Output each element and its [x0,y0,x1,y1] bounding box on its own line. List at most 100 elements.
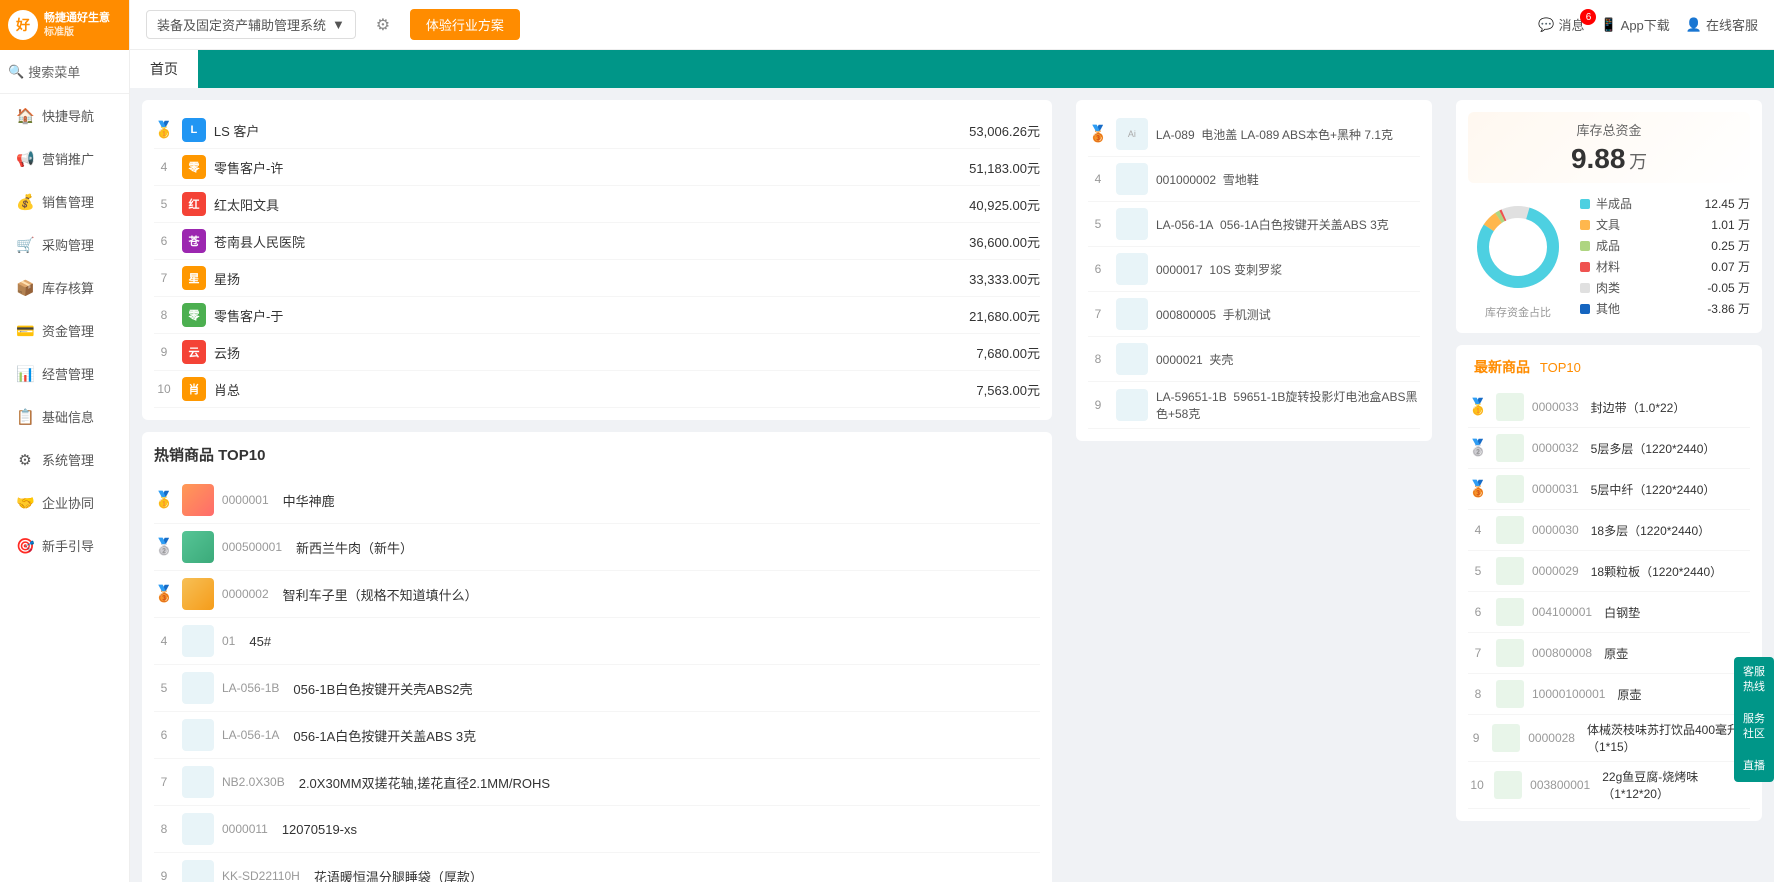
nav-tabs: 首页 [130,50,1774,88]
hot-img-2 [182,531,214,563]
sidebar-item-finance[interactable]: 💳 资金管理 [0,309,129,352]
product-row-9: 9 LA-59651-1B 59651-1B旋转投影灯电池盒ABS黑色+58克 [1088,382,1420,429]
hot-item-5: 5 LA-056-1B 056-1B白色按键开关壳ABS2壳 [154,665,1040,712]
float-btn-live[interactable]: 直播 [1734,751,1774,782]
customer-badge-1: L [182,118,206,142]
product-img-8 [1116,343,1148,375]
trial-button[interactable]: 体验行业方案 [410,9,520,40]
finance-icon: 💳 [16,322,34,340]
customer-amount-5: 40,925.00元 [969,195,1040,214]
customer-name-5: 红太阳文具 [214,195,961,214]
latest-item-1: 🥇 0000033 封边带（1.0*22） [1468,387,1750,428]
content-area: 🥇 L LS 客户 53,006.26元 4 零 零售客户-许 51,183.0… [130,88,1774,882]
rank-num-8: 8 [154,308,174,322]
hot-item-3: 🥉 0000002 智利车子里（规格不知道填什么） [154,571,1040,618]
hot-img-4 [182,625,214,657]
customer-badge-9: 云 [182,340,206,364]
customer-row-7: 7 星 星扬 33,333.00元 [154,260,1040,297]
chevron-down-icon: ▼ [332,17,345,32]
mobile-icon: 📱 [1600,17,1616,33]
latest-item-6: 6 004100001 白钢垫 [1468,592,1750,633]
home-icon: 🏠 [16,107,34,125]
hot-img-5 [182,672,214,704]
hot-item-9: 9 KK-SD22110H 花语暖恒温分腿睡袋（厚款） [154,853,1040,882]
latest-item-4: 4 0000030 18多层（1220*2440） [1468,510,1750,551]
hot-item-6: 6 LA-056-1A 056-1A白色按键开关盖ABS 3克 [154,712,1040,759]
rank-num-4: 4 [154,160,174,174]
customer-name-6: 苍南县人民医院 [214,232,961,251]
customer-amount-7: 33,333.00元 [969,269,1040,288]
customer-name-10: 肖总 [214,380,968,399]
search-menu-button[interactable]: 🔍 搜索菜单 [8,58,121,85]
customer-name-1: LS 客户 [214,121,961,140]
latest-img-2 [1496,434,1524,462]
customer-badge-10: 肖 [182,377,206,401]
hot-img-3 [182,578,214,610]
customer-badge-4: 零 [182,155,206,179]
rank-num-10: 10 [154,382,174,396]
latest-img-9 [1492,724,1520,752]
product-row-4: 4 001000002 雪地鞋 [1088,157,1420,202]
legend-item-5: 其他 -3.86 万 [1580,300,1750,317]
sidebar-item-guide[interactable]: 🎯 新手引导 [0,524,129,567]
sidebar-navigation: 🏠 快捷导航 📢 营销推广 💰 销售管理 🛒 采购管理 📦 库存核算 💳 资金管… [0,94,129,882]
app-download-label: App下载 [1621,15,1670,34]
sidebar-item-home[interactable]: 🏠 快捷导航 [0,94,129,137]
legend-dot-4 [1580,283,1590,293]
product-row-7: 7 000800005 手机测试 [1088,292,1420,337]
sidebar-item-basics[interactable]: 📋 基础信息 [0,395,129,438]
online-service-button[interactable]: 👤 在线客服 [1686,15,1758,34]
customer-name-8: 零售客户-于 [214,306,961,325]
float-btn-hotline[interactable]: 客服 热线 [1734,657,1774,704]
sidebar-item-enterprise[interactable]: 🤝 企业协同 [0,481,129,524]
legend-item-2: 成品 0.25 万 [1580,237,1750,254]
product-row-5: 5 LA-056-1A 056-1A白色按键开关盖ABS 3克 [1088,202,1420,247]
settings-button[interactable]: ⚙ [368,10,398,40]
latest-item-2: 🥈 0000032 5层多层（1220*2440） [1468,428,1750,469]
customer-ranking-card: 🥇 L LS 客户 53,006.26元 4 零 零售客户-许 51,183.0… [142,100,1052,420]
latest-item-5: 5 0000029 18颗粒板（1220*2440） [1468,551,1750,592]
latest-img-7 [1496,639,1524,667]
system-name-label: 装备及固定资产辅助管理系统 [157,15,326,34]
right-panel: 库存总资金 9.88 万 [1444,88,1774,882]
rank-num-5: 5 [154,197,174,211]
sidebar-item-purchase[interactable]: 🛒 采购管理 [0,223,129,266]
sidebar-item-operations[interactable]: 📊 经营管理 [0,352,129,395]
sidebar-item-marketing[interactable]: 📢 营销推广 [0,137,129,180]
customer-ranking-table: 🥇 L LS 客户 53,006.26元 4 零 零售客户-许 51,183.0… [154,112,1040,408]
middle-section: 🥇 L LS 客户 53,006.26元 4 零 零售客户-许 51,183.0… [130,88,1064,882]
main-area: 装备及固定资产辅助管理系统 ▼ ⚙ 体验行业方案 💬 6 消息 📱 App下载 … [130,0,1774,882]
rank-num-7: 7 [154,271,174,285]
inventory-chart-container: 库存资金占比 半成品 12.45 万 [1468,195,1750,321]
customer-name-9: 云扬 [214,343,968,362]
top-header: 装备及固定资产辅助管理系统 ▼ ⚙ 体验行业方案 💬 6 消息 📱 App下载 … [130,0,1774,50]
customer-badge-6: 苍 [182,229,206,253]
inventory-legend: 半成品 12.45 万 文具 1.01 万 [1580,195,1750,321]
customer-badge-5: 红 [182,192,206,216]
float-btn-community[interactable]: 服务 社区 [1734,704,1774,751]
hot-products-list: 🥇 0000001 中华神鹿 🥈 000500001 新西兰牛肉（新牛） [154,477,1040,882]
app-download-button[interactable]: 📱 App下载 [1600,15,1669,34]
guide-icon: 🎯 [16,537,34,555]
legend-dot-2 [1580,241,1590,251]
enterprise-icon: 🤝 [16,494,34,512]
hot-item-1: 🥇 0000001 中华神鹿 [154,477,1040,524]
latest-item-8: 8 10000100001 原壶 [1468,674,1750,715]
basics-icon: 📋 [16,408,34,426]
hot-img-8 [182,813,214,845]
sidebar-item-system[interactable]: ⚙ 系统管理 [0,438,129,481]
customer-row-4: 4 零 零售客户-许 51,183.00元 [154,149,1040,186]
message-badge: 6 [1580,9,1596,25]
customer-row-6: 6 苍 苍南县人民医院 36,600.00元 [154,223,1040,260]
latest-item-7: 7 000800008 原壶 [1468,633,1750,674]
product-row-6: 6 0000017 10S 变刺罗浆 [1088,247,1420,292]
sidebar-item-sales[interactable]: 💰 销售管理 [0,180,129,223]
customer-amount-6: 36,600.00元 [969,232,1040,251]
latest-medal-gold: 🥇 [1468,397,1488,417]
latest-item-9: 9 0000028 体械茨枝味苏打饮品400毫升（1*15） [1468,715,1750,762]
system-selector[interactable]: 装备及固定资产辅助管理系统 ▼ [146,10,356,39]
tab-home[interactable]: 首页 [130,50,198,88]
sidebar-item-inventory[interactable]: 📦 库存核算 [0,266,129,309]
message-button[interactable]: 💬 6 消息 [1538,15,1584,34]
search-icon: 🔍 [8,64,24,80]
